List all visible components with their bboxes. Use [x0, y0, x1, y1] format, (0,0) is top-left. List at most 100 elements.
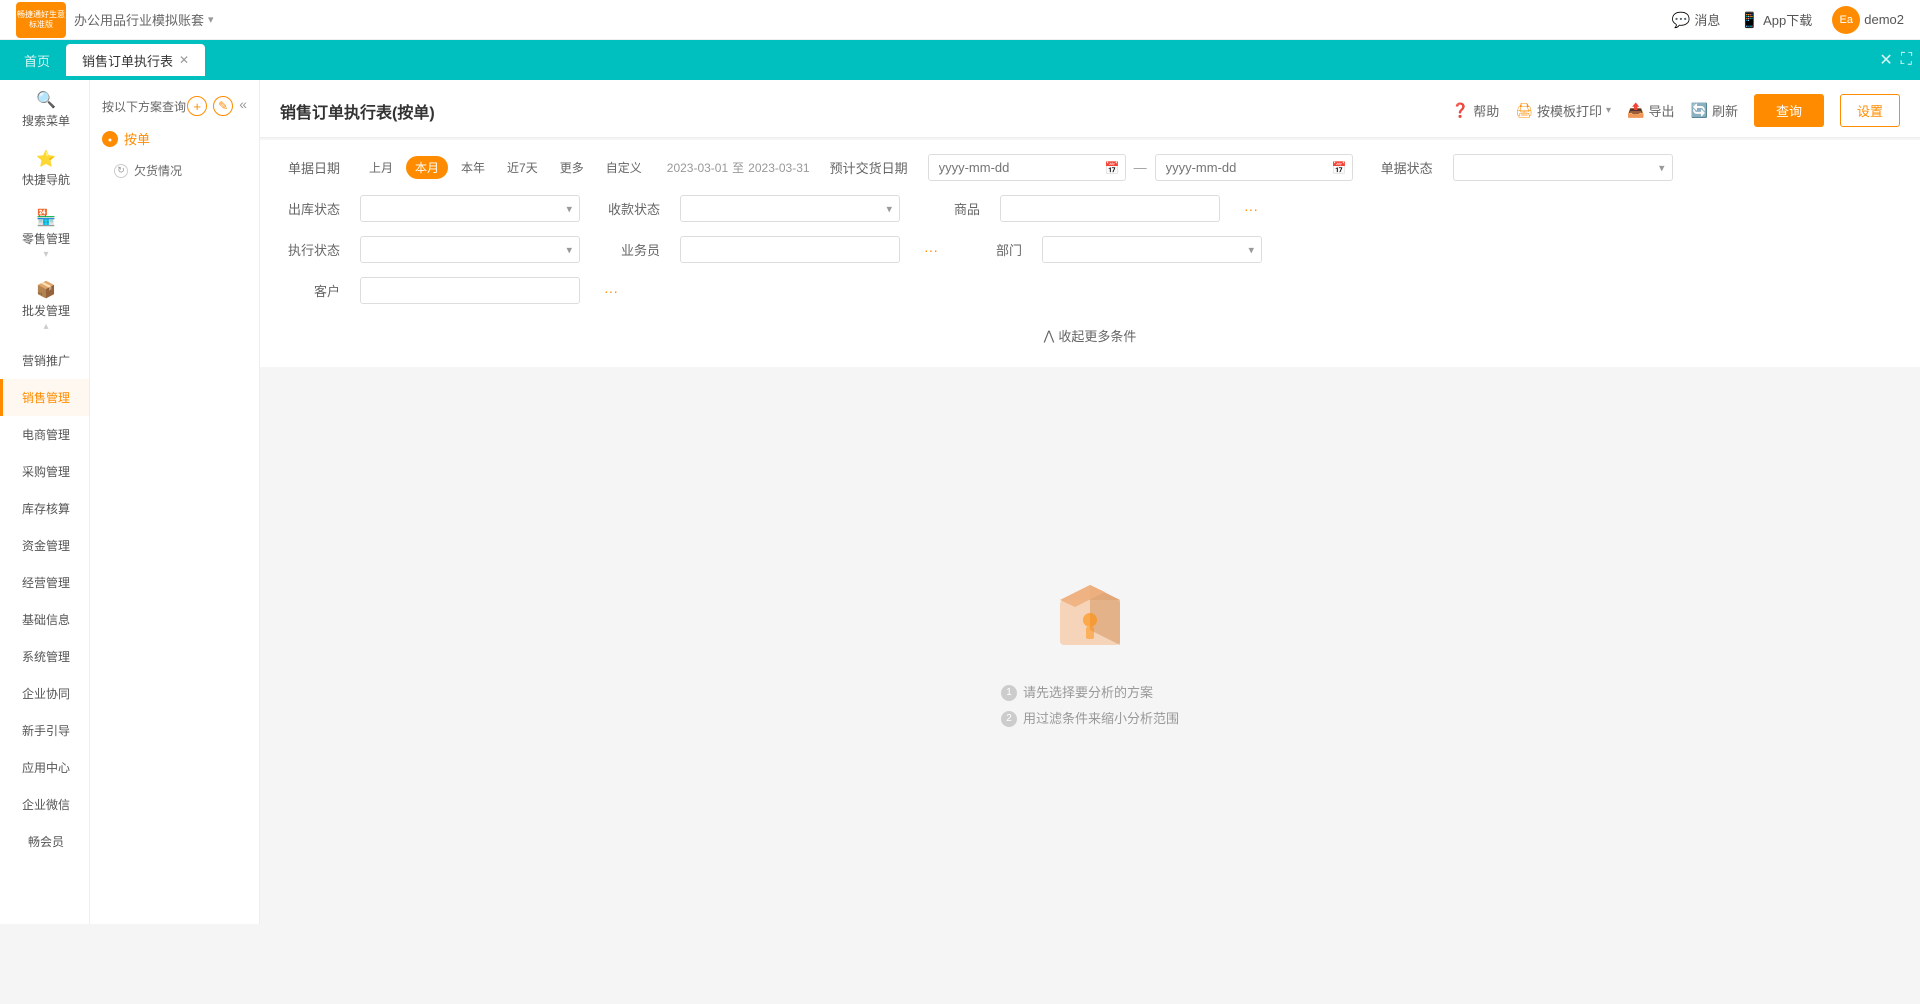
- status-wrap: [1453, 154, 1673, 181]
- empty-state: 1 请先选择要分析的方案 2 用过滤条件来缩小分析范围: [260, 367, 1920, 924]
- sidebar-item-finance[interactable]: 资金管理: [0, 527, 89, 564]
- user-name: demo2: [1864, 12, 1904, 27]
- sidebar-item-inventory[interactable]: 库存核算: [0, 490, 89, 527]
- close-window-btn[interactable]: ✕: [1879, 50, 1892, 70]
- date-btn-more[interactable]: 更多: [551, 156, 593, 179]
- wholesale-label: 批发管理: [22, 302, 70, 319]
- goods-more-btn[interactable]: ···: [1240, 201, 1262, 217]
- sidebar-item-wholesale[interactable]: 📦 批发管理 ▴: [0, 270, 89, 342]
- tip-row-1: 1 请先选择要分析的方案: [1001, 680, 1179, 706]
- avatar: Ea: [1832, 6, 1860, 34]
- tab-sales-exec[interactable]: 销售订单执行表 ✕: [66, 44, 205, 76]
- member-label: 畅会员: [28, 833, 64, 850]
- customer-more-btn[interactable]: ···: [600, 283, 622, 299]
- help-label: 帮助: [1473, 101, 1499, 120]
- tab-home-label: 首页: [24, 51, 50, 70]
- wechat-label: 企业微信: [22, 796, 70, 813]
- scheme-按单[interactable]: ● 按单: [90, 122, 259, 155]
- date-dash: —: [1134, 160, 1147, 175]
- sub-item-欠货情况[interactable]: ↻ 欠货情况: [90, 155, 259, 186]
- ops-label: 经营管理: [22, 574, 70, 591]
- sidebar-item-sales[interactable]: 销售管理: [0, 379, 89, 416]
- sidebar-item-newbie[interactable]: 新手引导: [0, 712, 89, 749]
- enterprise-label: 企业协同: [22, 685, 70, 702]
- main-layout: 🔍 搜索菜单 ⭐ 快捷导航 🏪 零售管理 ▾ 📦 批发管理 ▴ 营销推广 销售管…: [0, 80, 1920, 924]
- shipment-label: 出库状态: [280, 199, 340, 218]
- customer-input[interactable]: [360, 277, 580, 304]
- date-btn-7days[interactable]: 近7天: [498, 156, 547, 179]
- topbar-right: 💬 消息 📱 App下载 Ea demo2: [1672, 6, 1904, 34]
- shipment-status-wrap: [360, 195, 580, 222]
- exec-status-wrap: [360, 236, 580, 263]
- sidebar-search-menu[interactable]: 🔍 搜索菜单: [0, 80, 89, 139]
- sidebar-item-retail[interactable]: 🏪 零售管理 ▾: [0, 198, 89, 270]
- collapse-panel-btn[interactable]: «: [239, 96, 247, 116]
- refresh-btn[interactable]: 🔄 刷新: [1691, 101, 1738, 120]
- add-scheme-btn[interactable]: +: [187, 96, 207, 116]
- exec-select[interactable]: [360, 236, 580, 263]
- payment-select[interactable]: [680, 195, 900, 222]
- goods-input[interactable]: [1000, 195, 1220, 222]
- date-label: 单据日期: [280, 158, 340, 177]
- ecommerce-label: 电商管理: [22, 426, 70, 443]
- date-range-display: 2023-03-01 至 2023-03-31: [667, 159, 810, 176]
- left-panel-actions: + ✎ «: [187, 96, 247, 116]
- collapse-row: ⋀ 收起更多条件: [280, 318, 1900, 353]
- status-select[interactable]: [1453, 154, 1673, 181]
- help-btn[interactable]: ❓ 帮助: [1452, 101, 1499, 120]
- sub-label: 欠货情况: [134, 162, 182, 179]
- help-icon: ❓: [1452, 102, 1469, 119]
- dept-wrap: [1042, 236, 1262, 263]
- goods-label: 商品: [920, 199, 980, 218]
- salesman-more-btn[interactable]: ···: [920, 242, 942, 258]
- message-icon: 💬: [1672, 11, 1691, 29]
- user-info[interactable]: Ea demo2: [1832, 6, 1904, 34]
- app-download-btn[interactable]: 📱 App下载: [1740, 10, 1812, 29]
- date-btn-custom[interactable]: 自定义: [597, 156, 651, 179]
- sales-label: 销售管理: [22, 389, 70, 406]
- export-btn[interactable]: 📤 导出: [1627, 101, 1674, 120]
- left-panel-header: 按以下方案查询 + ✎ «: [90, 90, 259, 122]
- expected-date-end-wrap: 📅: [1155, 154, 1353, 181]
- search-button[interactable]: 查询: [1754, 94, 1824, 127]
- company-selector[interactable]: 办公用品行业模拟账套 ▾: [74, 10, 214, 29]
- tip-row-2: 2 用过滤条件来缩小分析范围: [1001, 706, 1179, 732]
- tip-num-2: 2: [1001, 711, 1017, 727]
- expected-date-start-wrap: 📅: [928, 154, 1126, 181]
- date-btn-this-year[interactable]: 本年: [452, 156, 494, 179]
- sidebar-quick-nav[interactable]: ⭐ 快捷导航: [0, 139, 89, 198]
- print-btn[interactable]: 🖨 按模板打印 ▾: [1515, 101, 1611, 120]
- expected-date-end-input[interactable]: [1155, 154, 1353, 181]
- sidebar-item-purchase[interactable]: 采购管理: [0, 453, 89, 490]
- page-title: 销售订单执行表(按单): [280, 99, 435, 123]
- expected-date-label: 预计交货日期: [830, 158, 908, 177]
- sidebar-item-basic[interactable]: 基础信息: [0, 601, 89, 638]
- shipment-select[interactable]: [360, 195, 580, 222]
- tab-close-icon[interactable]: ✕: [179, 53, 189, 67]
- tip-num-1: 1: [1001, 685, 1017, 701]
- salesman-input[interactable]: [680, 236, 900, 263]
- sidebar-item-wechat[interactable]: 企业微信: [0, 786, 89, 823]
- star-icon: ⭐: [36, 149, 56, 169]
- sidebar-item-enterprise[interactable]: 企业协同: [0, 675, 89, 712]
- date-btn-this-month[interactable]: 本月: [406, 156, 448, 179]
- expected-date-start-input[interactable]: [928, 154, 1126, 181]
- edit-scheme-btn[interactable]: ✎: [213, 96, 233, 116]
- tab-home[interactable]: 首页: [8, 44, 66, 76]
- maximize-btn[interactable]: ⛶: [1901, 51, 1912, 69]
- filter-section: 单据日期 上月 本月 本年 近7天 更多 自定义 2023-03-01 至 20…: [260, 140, 1920, 367]
- sidebar-item-ecommerce[interactable]: 电商管理: [0, 416, 89, 453]
- messages-btn[interactable]: 💬 消息: [1672, 10, 1721, 29]
- setting-button[interactable]: 设置: [1840, 94, 1900, 127]
- refresh-icon: 🔄: [1691, 102, 1708, 119]
- sidebar-item-appstore[interactable]: 应用中心: [0, 749, 89, 786]
- sidebar-item-system[interactable]: 系统管理: [0, 638, 89, 675]
- inventory-label: 库存核算: [22, 500, 70, 517]
- export-label: 导出: [1649, 101, 1675, 120]
- date-btn-last-month[interactable]: 上月: [360, 156, 402, 179]
- sidebar-item-marketing[interactable]: 营销推广: [0, 342, 89, 379]
- collapse-link[interactable]: ⋀ 收起更多条件: [1044, 326, 1137, 345]
- sidebar-item-ops[interactable]: 经营管理: [0, 564, 89, 601]
- sidebar-item-member[interactable]: 畅会员: [0, 823, 89, 860]
- dept-select[interactable]: [1042, 236, 1262, 263]
